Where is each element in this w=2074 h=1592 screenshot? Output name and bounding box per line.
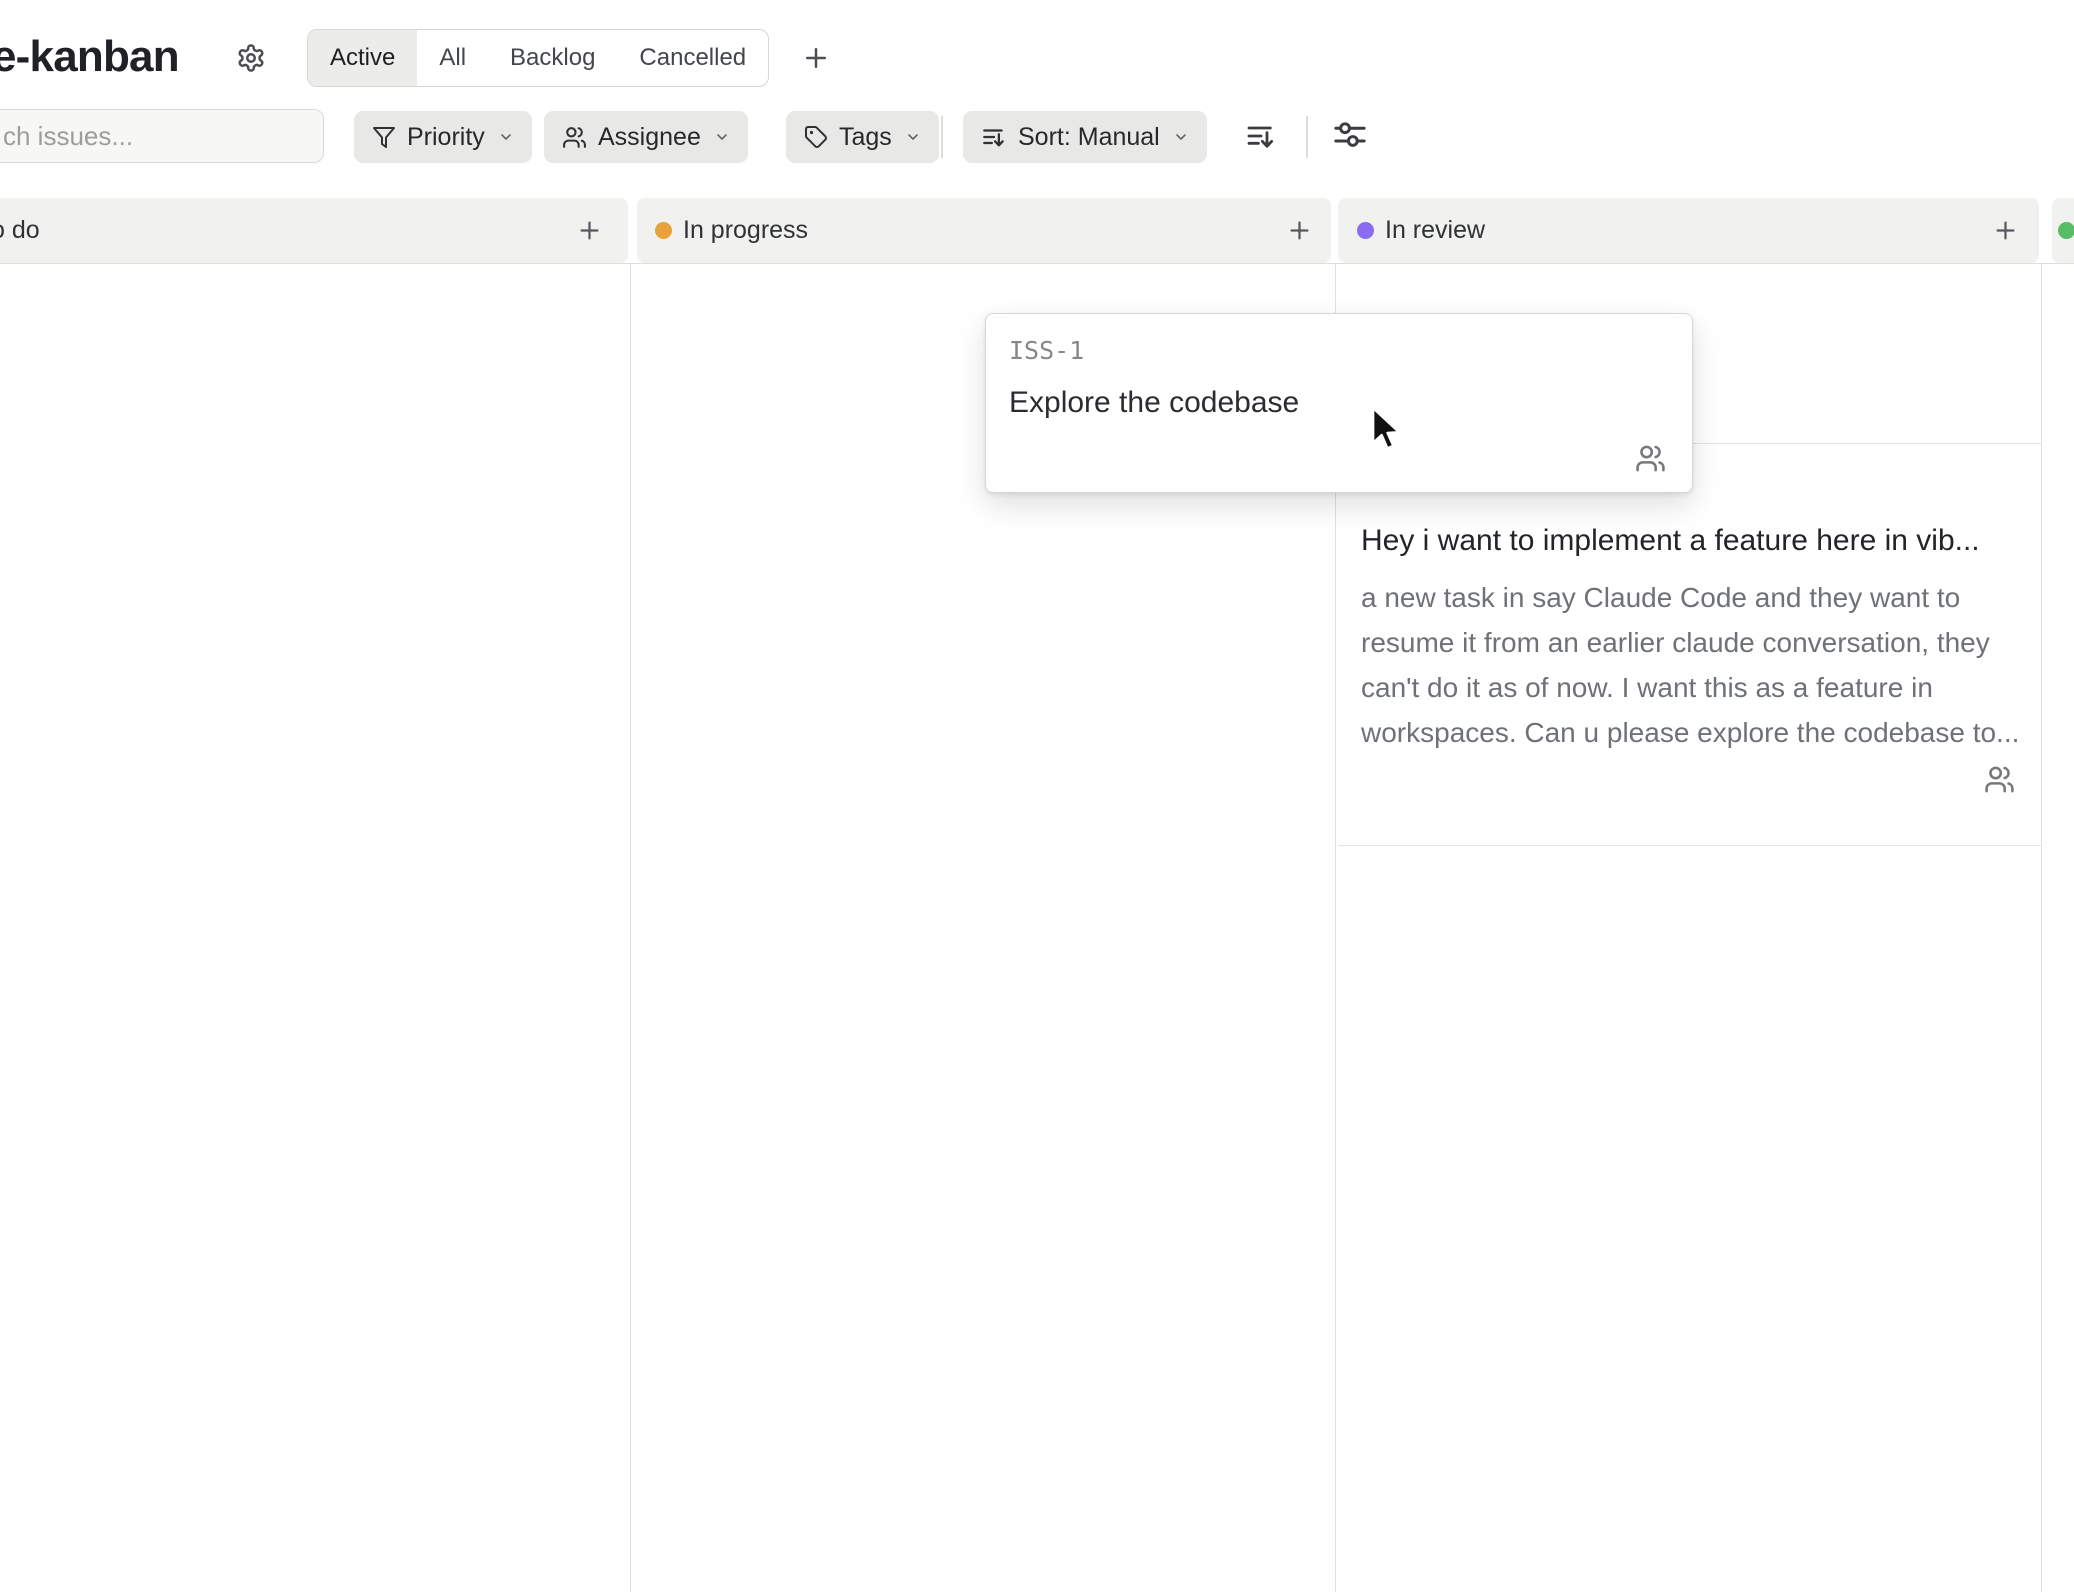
issue-title: Hey i want to implement a feature here i… [1361,524,2019,558]
issue-card-in-review[interactable]: ISS-2 Hey i want to implement a feature … [1338,444,2041,845]
chevron-down-icon [714,129,730,145]
column-header-done [2052,198,2074,263]
sliders-icon [1333,119,1367,153]
column-label: In progress [683,198,808,263]
plus-icon [801,43,831,73]
card-divider [1338,845,2041,846]
users-icon [562,125,587,150]
tag-icon [804,125,828,149]
add-card-button[interactable] [576,217,603,244]
tab-cancelled[interactable]: Cancelled [617,30,768,86]
sort-button[interactable]: Sort: Manual [963,111,1207,163]
column-divider [2041,264,2042,1592]
status-dot-done [2058,222,2074,239]
chevron-down-icon [498,129,514,145]
chevron-down-icon [905,129,921,145]
column-label: o do [0,198,40,263]
toolbar-divider [941,116,943,158]
sort-direction-button[interactable] [1245,120,1277,152]
plus-icon [1286,217,1313,244]
tab-all[interactable]: All [417,30,488,86]
tab-active[interactable]: Active [308,30,417,86]
sort-descending-icon [1245,120,1277,152]
search-issues-input[interactable]: ch issues... [0,109,324,163]
toolbar-divider [1306,116,1308,158]
add-card-button[interactable] [1286,217,1313,244]
add-card-button[interactable] [1992,217,2019,244]
sort-label: Sort: Manual [1018,123,1160,152]
column-header-in-review: In review [1338,198,2039,263]
drag-preview-card[interactable]: ISS-1 Explore the codebase [985,313,1693,493]
column-divider [630,264,631,1592]
tab-backlog[interactable]: Backlog [488,30,617,86]
issue-id: ISS-1 [1009,336,1084,365]
plus-icon [576,217,603,244]
assignees-icon [1635,443,1666,474]
priority-filter-label: Priority [407,123,485,152]
display-options-button[interactable] [1333,119,1367,153]
chevron-down-icon [1173,129,1189,145]
priority-filter-button[interactable]: Priority [354,111,532,163]
column-header-in-progress: In progress [637,198,1331,263]
funnel-icon [372,125,396,149]
search-placeholder: ch issues... [3,110,133,162]
issue-description: a new task in say Claude Code and they w… [1361,575,2021,755]
kanban-board-page: e-kanban Active All Backlog Cancelled ch… [0,0,2074,1592]
status-dot-in-review [1357,222,1374,239]
view-tabs: Active All Backlog Cancelled [307,29,769,87]
assignee-filter-button[interactable]: Assignee [544,111,748,163]
gear-icon [236,43,266,73]
add-view-button[interactable] [801,43,831,73]
plus-icon [1992,217,2019,244]
assignees-icon [1984,764,2015,795]
column-label: In review [1385,198,1485,263]
tags-filter-button[interactable]: Tags [786,111,939,163]
status-dot-in-progress [655,222,672,239]
sort-lines-down-icon [981,124,1007,150]
issue-title: Explore the codebase [1009,386,1670,420]
column-header-todo: o do [0,198,628,263]
assignee-filter-label: Assignee [598,123,701,152]
page-title: e-kanban [0,30,179,84]
tags-filter-label: Tags [839,123,892,152]
project-settings-button[interactable] [236,43,266,73]
